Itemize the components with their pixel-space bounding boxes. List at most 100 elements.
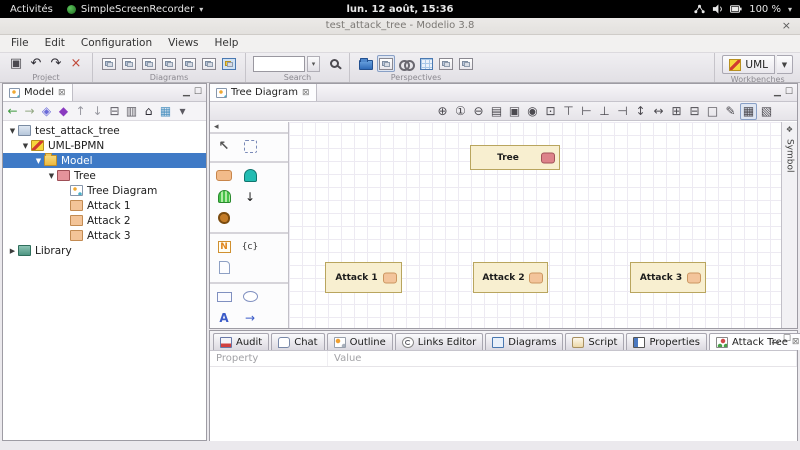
- diagram-node-attack-3[interactable]: Attack 3: [630, 262, 706, 293]
- diagram-canvas[interactable]: TreeAttack 1Attack 2Attack 3: [289, 122, 781, 328]
- tree-item-attack-2[interactable]: Attack 2: [3, 213, 206, 228]
- activities-button[interactable]: Activités: [10, 4, 53, 15]
- diagram-node-tree[interactable]: Tree: [470, 145, 560, 170]
- tree-item-attack-1[interactable]: Attack 1: [3, 198, 206, 213]
- deployment-diagram-icon[interactable]: [160, 55, 178, 72]
- folder-perspective-icon[interactable]: [357, 55, 375, 72]
- transfer-link-tool[interactable]: ↓: [241, 188, 259, 205]
- save-image-icon[interactable]: ▣: [506, 103, 523, 120]
- tab-audit[interactable]: Audit: [213, 333, 269, 350]
- align-top-icon[interactable]: ⊤: [560, 103, 577, 120]
- navigate-back-icon[interactable]: ←: [4, 103, 21, 120]
- tab-model[interactable]: Model ⊠: [3, 84, 73, 101]
- column-header-value[interactable]: Value: [328, 351, 797, 366]
- window-close-button[interactable]: ×: [782, 18, 791, 34]
- tree-expand-icon[interactable]: ▶: [7, 247, 18, 255]
- menu-configuration[interactable]: Configuration: [73, 35, 160, 52]
- tree-item-attack-3[interactable]: Attack 3: [3, 228, 206, 243]
- tab-properties[interactable]: Properties: [626, 333, 707, 350]
- next-element-icon[interactable]: ◆: [55, 103, 72, 120]
- activity-diagram-icon[interactable]: [180, 55, 198, 72]
- model-tab-close-icon[interactable]: ⊠: [58, 88, 66, 98]
- zoom-in-icon[interactable]: ⊕: [434, 103, 451, 120]
- tab-diagrams[interactable]: Diagrams: [485, 333, 563, 350]
- tree-item-uml-bpmn[interactable]: ▼UML-BPMN: [3, 138, 206, 153]
- fit-height-icon[interactable]: ⊟: [686, 103, 703, 120]
- matrix-diagram-icon[interactable]: [220, 55, 238, 72]
- tree-item-tree[interactable]: ▼Tree: [3, 168, 206, 183]
- clock[interactable]: lun. 12 août, 15:36: [347, 4, 454, 15]
- ellipse-tool[interactable]: [241, 288, 259, 305]
- window-titlebar[interactable]: test_attack_tree - Modelio 3.8 ×: [0, 18, 800, 35]
- tab-links-editor[interactable]: Links Editor: [395, 333, 483, 350]
- grid-perspective-icon[interactable]: [417, 55, 435, 72]
- minimize-panel-button[interactable]: ▁: [772, 335, 779, 344]
- menu-file[interactable]: File: [3, 35, 37, 52]
- tab-script[interactable]: Script: [565, 333, 624, 350]
- property-table-body[interactable]: [210, 367, 797, 441]
- zoom-actual-icon[interactable]: ①: [452, 103, 469, 120]
- redo-icon[interactable]: ↷: [47, 55, 65, 72]
- minimize-panel-button[interactable]: ▁: [183, 88, 190, 97]
- class-diagram-icon[interactable]: [100, 55, 118, 72]
- style-editor-icon[interactable]: ✎: [722, 103, 739, 120]
- diagram-node-attack-1[interactable]: Attack 1: [325, 262, 402, 293]
- workbench-dropdown-button[interactable]: ▼: [777, 55, 793, 74]
- document-tool[interactable]: [215, 259, 233, 276]
- tree-item-model[interactable]: ▼Model: [3, 153, 206, 168]
- palette-collapse-icon[interactable]: ◂: [214, 122, 219, 132]
- tab-outline[interactable]: Outline: [327, 333, 393, 350]
- package-diagram-icon[interactable]: [120, 55, 138, 72]
- links-perspective-icon[interactable]: [397, 55, 415, 72]
- navigate-forward-icon[interactable]: →: [21, 103, 38, 120]
- collapse-all-icon[interactable]: ⊟: [106, 103, 123, 120]
- settings-tools-icon[interactable]: ×: [67, 55, 85, 72]
- sequence-diagram-icon[interactable]: [200, 55, 218, 72]
- view-menu-icon[interactable]: ▾: [174, 103, 191, 120]
- previous-element-icon[interactable]: ◈: [38, 103, 55, 120]
- move-up-icon[interactable]: ↑: [72, 103, 89, 120]
- symbol-sidebar-tab[interactable]: ❖ Symbol: [781, 122, 797, 328]
- tree-expand-icon[interactable]: ▼: [7, 127, 18, 135]
- tree-item-test_attack_tree[interactable]: ▼test_attack_tree: [3, 123, 206, 138]
- use-case-diagram-icon[interactable]: [140, 55, 158, 72]
- maximize-panel-button[interactable]: ☐: [785, 88, 793, 97]
- tree-expand-icon[interactable]: ▼: [20, 142, 31, 150]
- menu-help[interactable]: Help: [207, 35, 247, 52]
- align-right-icon[interactable]: ⊣: [614, 103, 631, 120]
- tab-chat[interactable]: Chat: [271, 333, 324, 350]
- maximize-panel-button[interactable]: ☐: [783, 335, 791, 344]
- diagram-tab-close-icon[interactable]: ⊠: [302, 88, 310, 98]
- note-tool[interactable]: N: [215, 238, 233, 255]
- constraint-tool[interactable]: {c}: [241, 238, 259, 255]
- text-tool[interactable]: A: [215, 309, 233, 326]
- form-perspective-icon[interactable]: [437, 55, 455, 72]
- zoom-out-icon[interactable]: ⊖: [470, 103, 487, 120]
- align-left-icon[interactable]: ⊢: [578, 103, 595, 120]
- move-down-icon[interactable]: ↓: [89, 103, 106, 120]
- menu-views[interactable]: Views: [160, 35, 206, 52]
- model-perspective-icon[interactable]: [377, 55, 395, 72]
- frame-icon[interactable]: □: [704, 103, 721, 120]
- print-icon[interactable]: ▤: [488, 103, 505, 120]
- line-tool[interactable]: →: [241, 309, 259, 326]
- marquee-tool[interactable]: [241, 138, 259, 155]
- app-menu-button[interactable]: SimpleScreenRecorder ▾: [67, 4, 203, 15]
- screenshot-icon[interactable]: ◉: [524, 103, 541, 120]
- countermeasure-tool[interactable]: [215, 209, 233, 226]
- configure-view-icon[interactable]: ▦: [157, 103, 174, 120]
- rectangle-tool[interactable]: [215, 288, 233, 305]
- minimize-panel-button[interactable]: ▁: [774, 88, 781, 97]
- save-icon[interactable]: ▣: [7, 55, 25, 72]
- tree-item-library[interactable]: ▶Library: [3, 243, 206, 258]
- and-gate-tool[interactable]: [241, 167, 259, 184]
- tree-item-tree-diagram[interactable]: Tree Diagram: [3, 183, 206, 198]
- tab-tree-diagram[interactable]: Tree Diagram ⊠: [210, 84, 317, 101]
- home-icon[interactable]: ⌂: [140, 103, 157, 120]
- maximize-panel-button[interactable]: ☐: [194, 88, 202, 97]
- search-icon[interactable]: [330, 59, 339, 68]
- menu-edit[interactable]: Edit: [37, 35, 73, 52]
- attack-node-tool[interactable]: [215, 167, 233, 184]
- window-perspective-icon[interactable]: [457, 55, 475, 72]
- align-bottom-icon[interactable]: ⊥: [596, 103, 613, 120]
